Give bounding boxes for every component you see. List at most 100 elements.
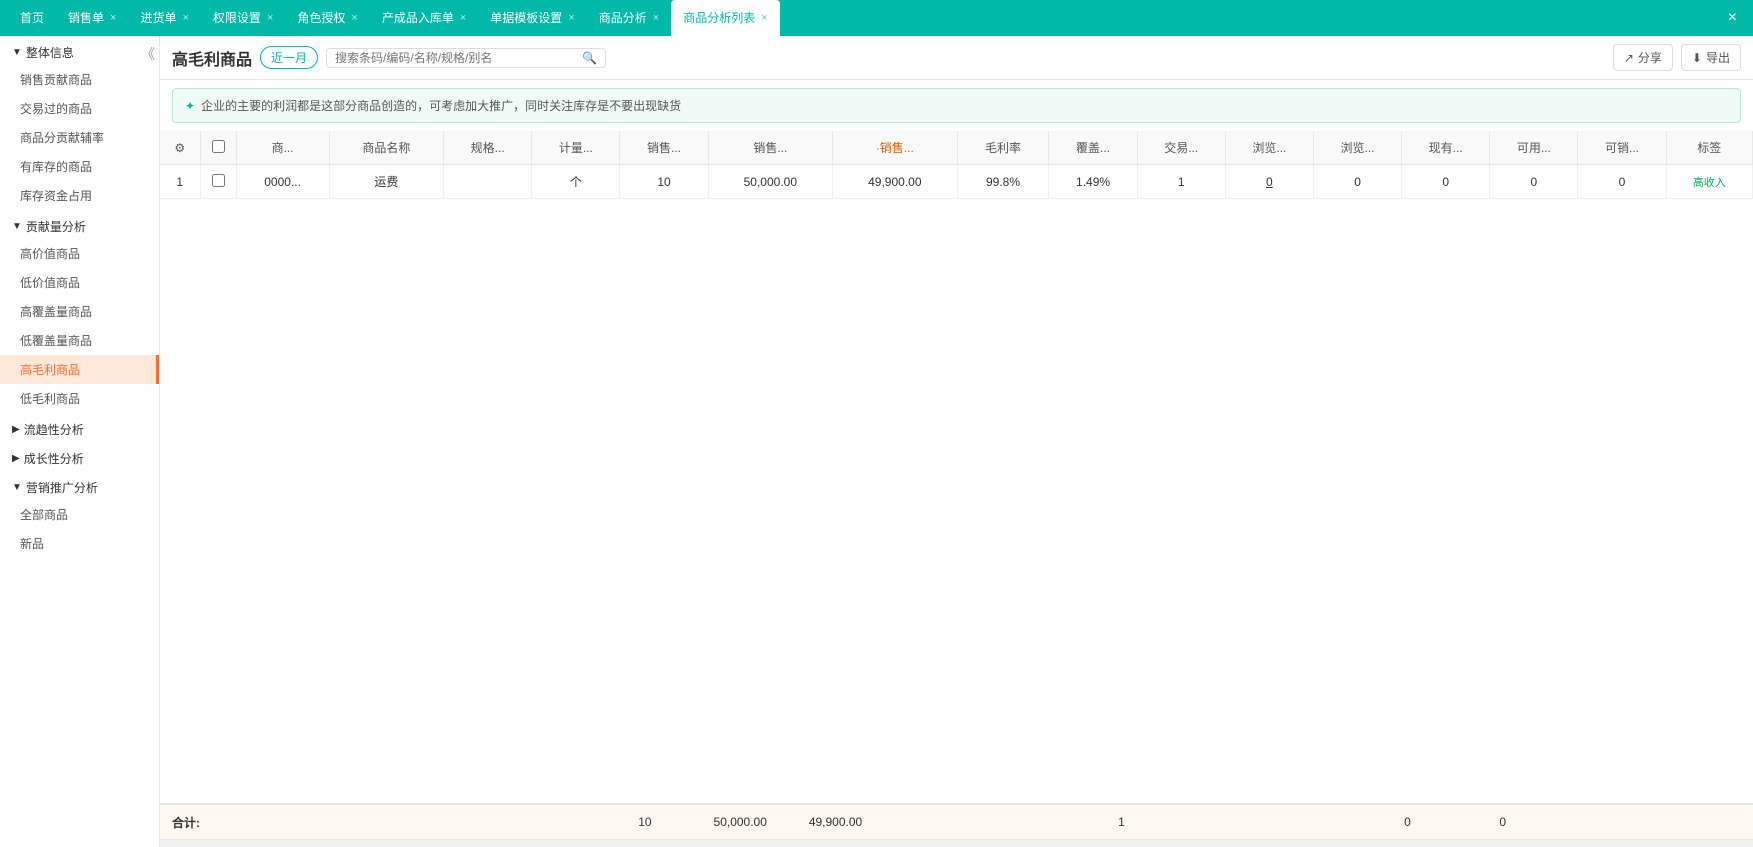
footer-current-stock: 0 xyxy=(1360,815,1455,829)
close-product-analysis-icon[interactable]: × xyxy=(653,0,659,36)
select-all-checkbox[interactable] xyxy=(212,140,225,153)
window-close-button[interactable]: × xyxy=(1720,9,1745,27)
sidebar-item-stock-capital[interactable]: 库存资金占用 xyxy=(0,181,159,210)
close-permissions-icon[interactable]: × xyxy=(267,0,273,36)
sidebar-item-low-margin[interactable]: 低毛利商品 xyxy=(0,384,159,413)
footer-coverage xyxy=(979,815,1074,829)
col-code[interactable]: 商... xyxy=(236,131,329,165)
col-current-stock[interactable]: 现有... xyxy=(1402,131,1490,165)
table-body: 1 0000... 运费 个 10 50,000.00 49,900.00 99… xyxy=(160,165,1753,199)
search-icon[interactable]: 🔍 xyxy=(582,51,597,65)
col-sellable-stock[interactable]: 可销... xyxy=(1578,131,1666,165)
footer-cells: 10 50,000.00 49,900.00 1 0 0 xyxy=(216,815,1741,829)
sidebar-item-high-value[interactable]: 高价值商品 xyxy=(0,239,159,268)
sidebar-collapse-button[interactable]: 《 xyxy=(141,44,155,64)
col-transaction[interactable]: 交易... xyxy=(1137,131,1225,165)
export-icon: ⬇ xyxy=(1692,51,1702,65)
sidebar-group-marketing-analysis[interactable]: ▼ 营销推广分析 xyxy=(0,471,159,500)
footer-browse1 xyxy=(1169,815,1264,829)
col-sales-profit[interactable]: ·销售... xyxy=(833,131,957,165)
close-template-settings-icon[interactable]: × xyxy=(568,0,574,36)
search-input[interactable] xyxy=(335,51,578,65)
col-checkbox[interactable] xyxy=(200,131,236,165)
total-label: 合计: xyxy=(172,814,200,831)
content-area: 高毛利商品 近一月 🔍 ↗ 分享 ⬇ 导出 ✦ 企业的主要的利润都是这部分商品创… xyxy=(160,36,1753,847)
col-unit[interactable]: 计量... xyxy=(532,131,620,165)
close-product-analysis-list-icon[interactable]: × xyxy=(761,0,767,36)
footer-sales-profit: 49,900.00 xyxy=(788,815,883,829)
col-available-stock[interactable]: 可用... xyxy=(1490,131,1578,165)
col-sales-amount[interactable]: 销售... xyxy=(708,131,832,165)
nav-home[interactable]: 首页 xyxy=(8,0,56,36)
col-browse2[interactable]: 浏览... xyxy=(1313,131,1401,165)
sidebar-group-contribution-analysis[interactable]: ▼ 贡献量分析 xyxy=(0,210,159,239)
sidebar-item-contribution-rate[interactable]: 商品分贡献辅率 xyxy=(0,123,159,152)
col-coverage[interactable]: 覆盖... xyxy=(1049,131,1137,165)
row-checkbox[interactable] xyxy=(200,165,236,199)
sidebar-item-low-value[interactable]: 低价值商品 xyxy=(0,268,159,297)
nav-product-analysis-list[interactable]: 商品分析列表 × xyxy=(671,0,779,36)
table-wrapper[interactable]: ⚙ 商... 商品名称 规格... 计量... 销售... 销售... ·销售.… xyxy=(160,131,1753,803)
footer-browse2 xyxy=(1264,815,1359,829)
footer-tag xyxy=(1646,815,1741,829)
nav-product-inbound[interactable]: 产成品入库单 × xyxy=(370,0,478,36)
sidebar-item-high-margin[interactable]: 高毛利商品 xyxy=(0,355,159,384)
filter-recent-month-button[interactable]: 近一月 xyxy=(260,46,318,69)
info-banner: ✦ 企业的主要的利润都是这部分商品创造的，可考虑加大推广，同时关注库存是不要出现… xyxy=(172,88,1741,123)
col-tag[interactable]: 标签 xyxy=(1666,131,1752,165)
nav-product-analysis[interactable]: 商品分析 × xyxy=(587,0,671,36)
table-footer: 合计: 10 50,000.00 49,900.00 1 0 0 xyxy=(160,803,1753,839)
info-icon: ✦ xyxy=(185,99,195,113)
settings-icon[interactable]: ⚙ xyxy=(174,141,185,155)
row-available-stock: 0 xyxy=(1490,165,1578,199)
share-button[interactable]: ↗ 分享 xyxy=(1613,44,1673,71)
row-unit: 个 xyxy=(532,165,620,199)
table-row: 1 0000... 运费 个 10 50,000.00 49,900.00 99… xyxy=(160,165,1753,199)
info-text: 企业的主要的利润都是这部分商品创造的，可考虑加大推广，同时关注库存是不要出现缺货 xyxy=(201,97,681,114)
row-sellable-stock: 0 xyxy=(1578,165,1666,199)
col-spec[interactable]: 规格... xyxy=(444,131,532,165)
nav-sales-order[interactable]: 销售单 × xyxy=(56,0,128,36)
nav-purchase-order[interactable]: 进货单 × xyxy=(128,0,200,36)
sidebar-group-growth-analysis[interactable]: ▶ 成长性分析 xyxy=(0,442,159,471)
horizontal-scrollbar[interactable] xyxy=(160,839,1753,847)
close-roles-icon[interactable]: × xyxy=(351,0,357,36)
export-button[interactable]: ⬇ 导出 xyxy=(1681,44,1741,71)
col-settings[interactable]: ⚙ xyxy=(160,131,200,165)
sidebar-item-sales-contribution[interactable]: 销售贡献商品 xyxy=(0,65,159,94)
row-name: 运费 xyxy=(329,165,443,199)
sidebar-item-low-coverage[interactable]: 低覆盖量商品 xyxy=(0,326,159,355)
sidebar-item-traded-goods[interactable]: 交易过的商品 xyxy=(0,94,159,123)
sidebar-item-new-products[interactable]: 新品 xyxy=(0,529,159,558)
close-product-inbound-icon[interactable]: × xyxy=(460,0,466,36)
col-browse1[interactable]: 浏览... xyxy=(1225,131,1313,165)
footer-transaction: 1 xyxy=(1074,815,1169,829)
row-gross-margin: 99.8% xyxy=(957,165,1049,199)
row-current-stock: 0 xyxy=(1402,165,1490,199)
close-purchase-order-icon[interactable]: × xyxy=(182,0,188,36)
col-gross-margin[interactable]: 毛利率 xyxy=(957,131,1049,165)
sidebar-item-in-stock[interactable]: 有库存的商品 xyxy=(0,152,159,181)
nav-template-settings[interactable]: 单据模板设置 × xyxy=(478,0,586,36)
close-sales-order-icon[interactable]: × xyxy=(110,0,116,36)
arrow-right-icon: ▶ xyxy=(12,424,20,435)
col-name[interactable]: 商品名称 xyxy=(329,131,443,165)
nav-roles[interactable]: 角色授权 × xyxy=(285,0,369,36)
row-sales-count: 10 xyxy=(620,165,708,199)
footer-sales-count: 10 xyxy=(597,815,692,829)
sidebar-item-all-goods[interactable]: 全部商品 xyxy=(0,500,159,529)
sidebar-group-overall-info[interactable]: ▼ 整体信息 xyxy=(0,36,159,65)
nav-permissions[interactable]: 权限设置 × xyxy=(201,0,285,36)
content-header: 高毛利商品 近一月 🔍 ↗ 分享 ⬇ 导出 xyxy=(160,36,1753,80)
col-sales-count[interactable]: 销售... xyxy=(620,131,708,165)
row-select-checkbox[interactable] xyxy=(212,174,225,187)
footer-col3 xyxy=(407,815,502,829)
footer-col2 xyxy=(311,815,406,829)
arrow-down-icon2: ▼ xyxy=(12,221,22,232)
row-browse1[interactable]: 0 xyxy=(1225,165,1313,199)
row-spec xyxy=(444,165,532,199)
footer-sellable-stock xyxy=(1550,815,1645,829)
sidebar-item-high-coverage[interactable]: 高覆盖量商品 xyxy=(0,297,159,326)
product-table: ⚙ 商... 商品名称 规格... 计量... 销售... 销售... ·销售.… xyxy=(160,131,1753,199)
sidebar-group-trend-analysis[interactable]: ▶ 流趋性分析 xyxy=(0,413,159,442)
